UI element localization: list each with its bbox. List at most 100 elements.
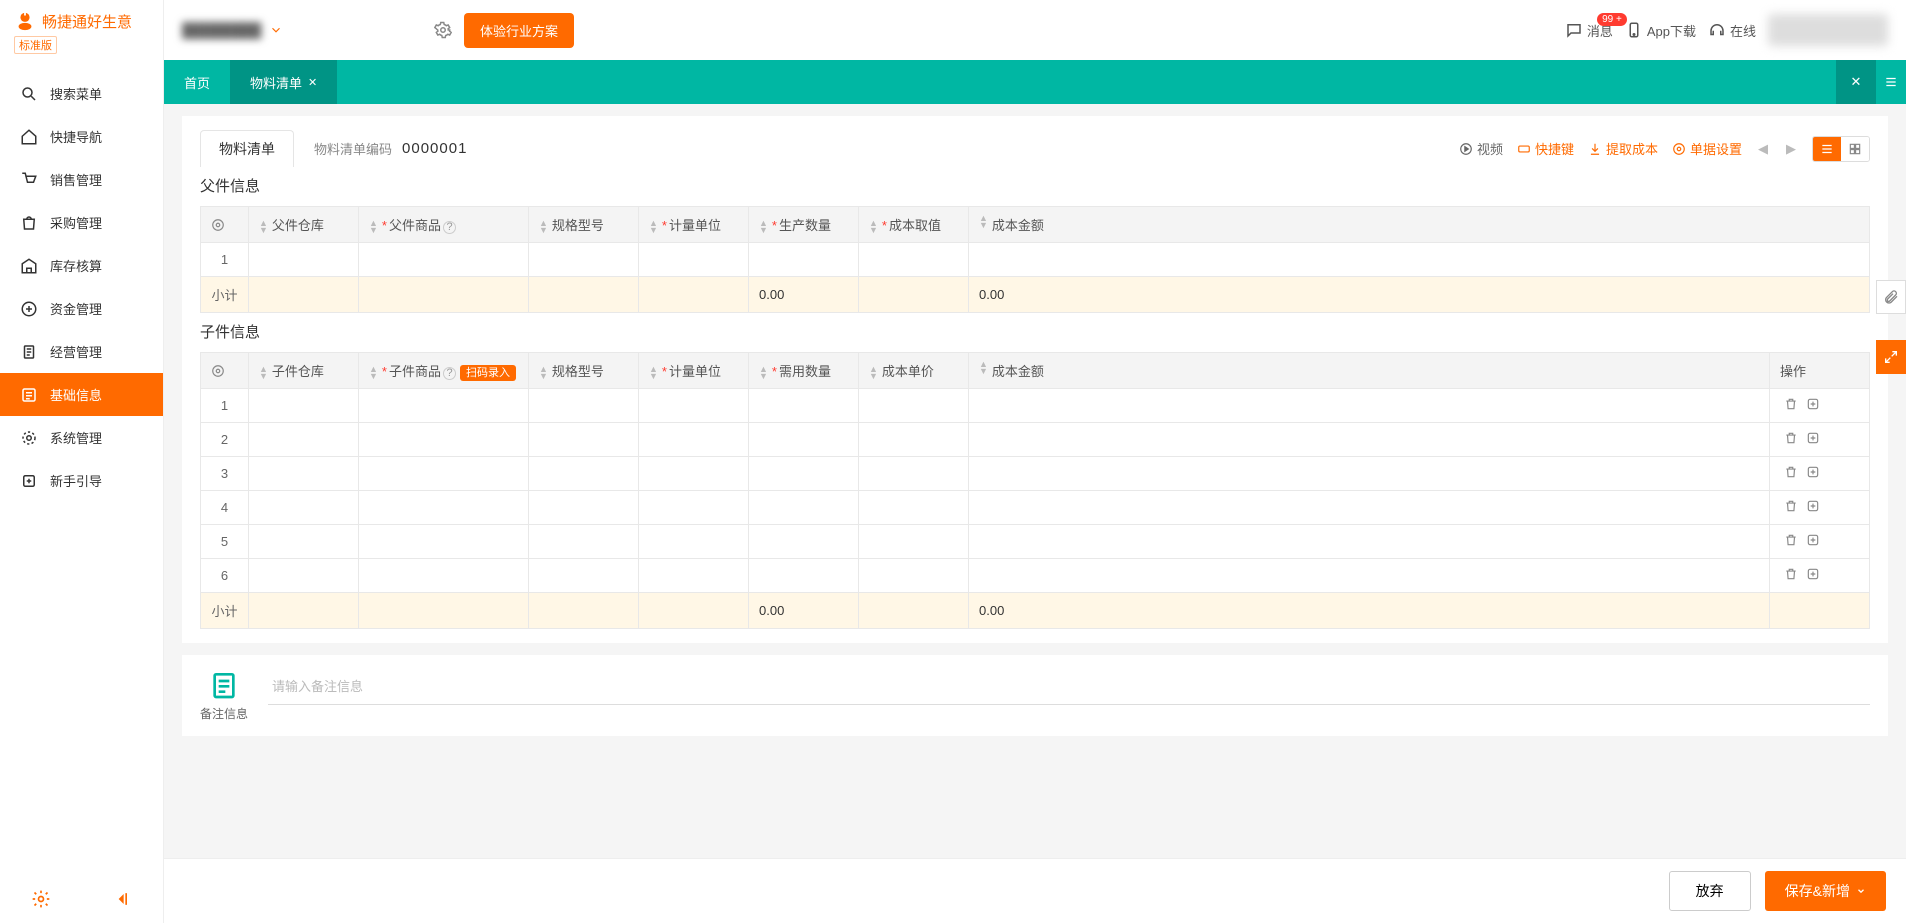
view-list-button[interactable] (1813, 137, 1841, 161)
cell[interactable] (859, 457, 969, 491)
cell[interactable] (359, 457, 529, 491)
th-parent-unit[interactable]: ▲▼*计量单位 (639, 207, 749, 243)
table-row[interactable]: 3 (201, 457, 1870, 491)
cell[interactable] (749, 243, 859, 277)
cell[interactable] (969, 559, 1770, 593)
add-row-button[interactable] (1806, 397, 1820, 411)
sidebar-item-inventory[interactable]: 库存核算 (0, 244, 163, 287)
cell[interactable] (749, 559, 859, 593)
th-child-spec[interactable]: ▲▼规格型号 (529, 353, 639, 389)
cell[interactable] (969, 491, 1770, 525)
fullscreen-button[interactable] (1876, 340, 1906, 374)
cell[interactable] (639, 491, 749, 525)
th-child-unitcost[interactable]: ▲▼成本单价 (859, 353, 969, 389)
cell[interactable] (749, 389, 859, 423)
cell[interactable] (249, 423, 359, 457)
cell[interactable] (529, 389, 639, 423)
cell[interactable] (969, 389, 1770, 423)
cell[interactable] (529, 559, 639, 593)
th-parent-warehouse[interactable]: ▲▼父件仓库 (249, 207, 359, 243)
attachment-button[interactable] (1876, 280, 1906, 314)
cell[interactable] (529, 457, 639, 491)
cell[interactable] (359, 243, 529, 277)
th-parent-qty[interactable]: ▲▼*生产数量 (749, 207, 859, 243)
table-row[interactable]: 2 (201, 423, 1870, 457)
save-new-button[interactable]: 保存&新增 (1765, 871, 1886, 911)
cell[interactable] (749, 457, 859, 491)
view-grid-button[interactable] (1841, 137, 1869, 161)
cell[interactable] (859, 389, 969, 423)
tabs-menu[interactable] (1876, 60, 1906, 104)
cell[interactable] (249, 243, 359, 277)
cell[interactable] (249, 457, 359, 491)
add-row-button[interactable] (1806, 465, 1820, 479)
table-row[interactable]: 5 (201, 525, 1870, 559)
tabs-close-all[interactable]: ✕ (1836, 60, 1876, 104)
sidebar-item-system[interactable]: 系统管理 (0, 416, 163, 459)
experience-button[interactable]: 体验行业方案 (464, 13, 574, 48)
cell[interactable] (749, 525, 859, 559)
table-row[interactable]: 6 (201, 559, 1870, 593)
shortcut-link[interactable]: 快捷键 (1517, 139, 1574, 158)
sidebar-item-search[interactable]: 搜索菜单 (0, 72, 163, 115)
th-gear[interactable] (201, 207, 249, 243)
th-parent-amount[interactable]: ▲▼成本金额 (969, 207, 1870, 243)
th-parent-costbasis[interactable]: ▲▼*成本取值 (859, 207, 969, 243)
cell[interactable] (859, 525, 969, 559)
video-help-link[interactable]: 视频 (1459, 139, 1503, 158)
next-doc-button[interactable]: ▶ (1784, 141, 1798, 157)
online-support-button[interactable]: 在线 (1708, 21, 1756, 40)
cell[interactable] (359, 525, 529, 559)
cell[interactable] (359, 423, 529, 457)
th-gear[interactable] (201, 353, 249, 389)
cell[interactable] (249, 389, 359, 423)
gear-icon[interactable] (434, 21, 452, 39)
prev-doc-button[interactable]: ◀ (1756, 141, 1770, 157)
delete-row-button[interactable] (1784, 533, 1798, 547)
cell[interactable] (529, 525, 639, 559)
add-row-button[interactable] (1806, 431, 1820, 445)
sidebar-item-sales[interactable]: 销售管理 (0, 158, 163, 201)
cell[interactable] (529, 491, 639, 525)
sidebar-item-operations[interactable]: 经营管理 (0, 330, 163, 373)
cell[interactable] (639, 423, 749, 457)
cell[interactable] (859, 423, 969, 457)
tab-bom[interactable]: 物料清单 ✕ (230, 60, 337, 104)
sidebar-item-funds[interactable]: 资金管理 (0, 287, 163, 330)
delete-row-button[interactable] (1784, 431, 1798, 445)
discard-button[interactable]: 放弃 (1669, 871, 1751, 911)
settings-gear-icon[interactable] (31, 889, 51, 909)
delete-row-button[interactable] (1784, 397, 1798, 411)
cell[interactable] (639, 559, 749, 593)
add-row-button[interactable] (1806, 499, 1820, 513)
th-child-unit[interactable]: ▲▼*计量单位 (639, 353, 749, 389)
cell[interactable] (639, 243, 749, 277)
doc-settings-link[interactable]: 单据设置 (1672, 139, 1742, 158)
add-row-button[interactable] (1806, 567, 1820, 581)
user-avatar[interactable] (1768, 14, 1888, 46)
th-child-amount[interactable]: ▲▼成本金额 (969, 353, 1770, 389)
table-row[interactable]: 1 (201, 243, 1870, 277)
sidebar-item-guide[interactable]: 新手引导 (0, 459, 163, 502)
cell[interactable] (969, 243, 1870, 277)
cell[interactable] (249, 559, 359, 593)
sidebar-item-quicknav[interactable]: 快捷导航 (0, 115, 163, 158)
cell[interactable] (639, 457, 749, 491)
messages-button[interactable]: 消息 99 + (1565, 21, 1613, 40)
cell[interactable] (969, 423, 1770, 457)
app-download-button[interactable]: App下载 (1625, 21, 1696, 40)
cell[interactable] (969, 457, 1770, 491)
th-child-qty[interactable]: ▲▼*需用数量 (749, 353, 859, 389)
cell[interactable] (359, 389, 529, 423)
cell[interactable] (359, 559, 529, 593)
cell[interactable] (749, 491, 859, 525)
remarks-input[interactable] (268, 669, 1870, 705)
cell[interactable] (859, 243, 969, 277)
cell[interactable] (859, 559, 969, 593)
cell[interactable] (969, 525, 1770, 559)
delete-row-button[interactable] (1784, 499, 1798, 513)
delete-row-button[interactable] (1784, 567, 1798, 581)
cell[interactable] (749, 423, 859, 457)
help-icon[interactable]: ? (443, 367, 456, 380)
cell[interactable] (249, 491, 359, 525)
